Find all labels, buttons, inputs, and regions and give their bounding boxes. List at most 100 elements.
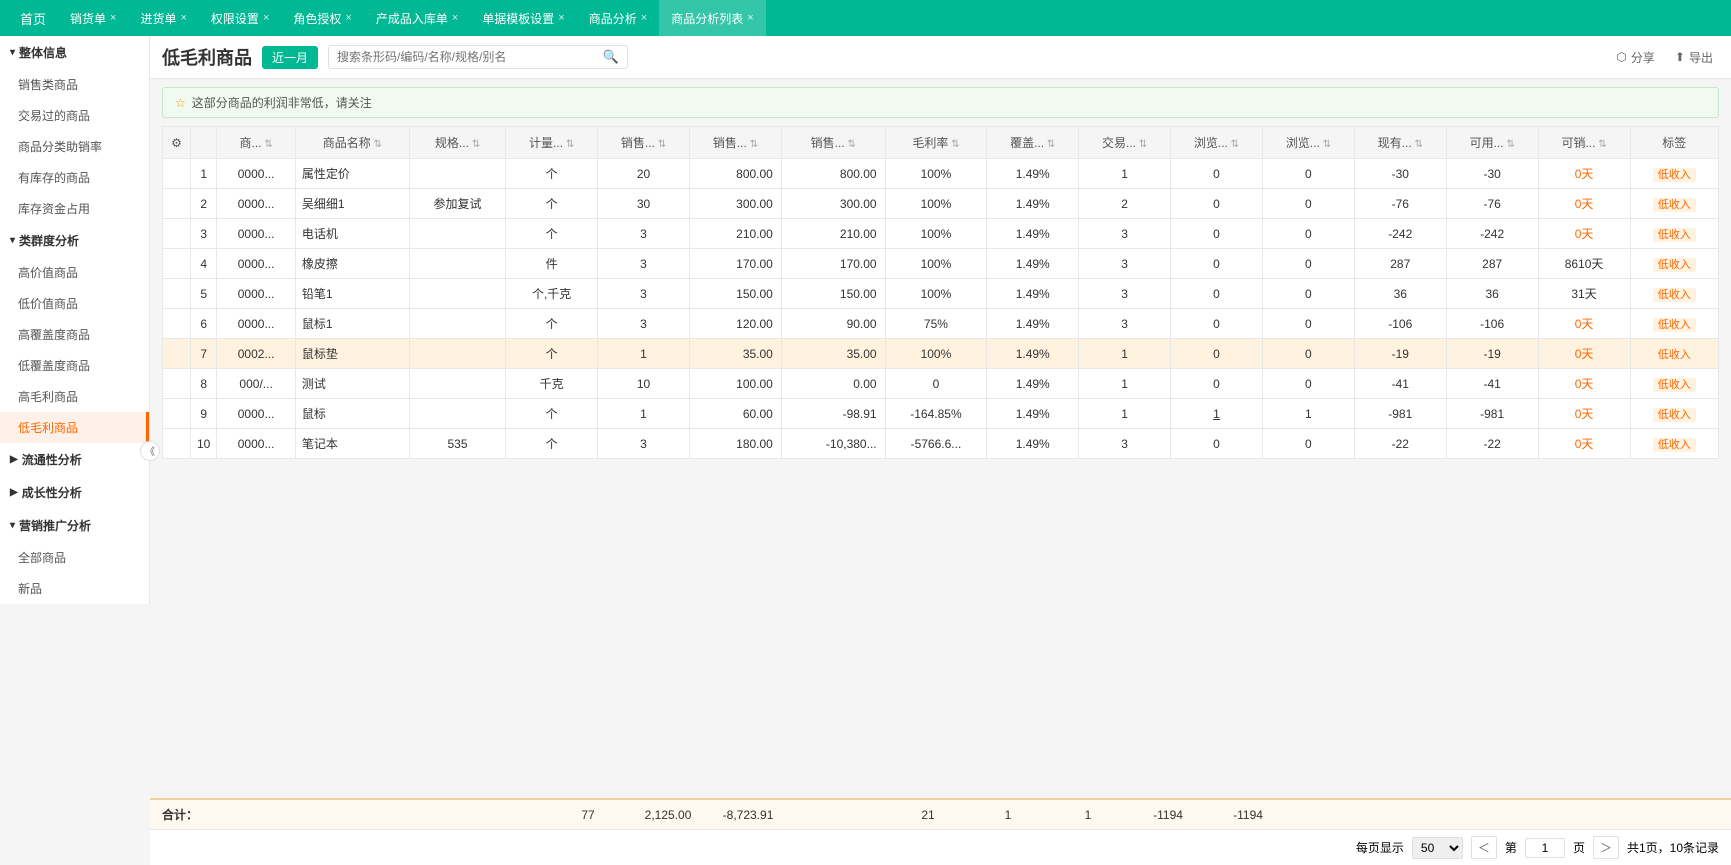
cell-settings-6: [163, 339, 191, 369]
time-filter-button[interactable]: 近一月: [262, 46, 318, 69]
cell-gross-margin-9: -5766.6...: [885, 429, 987, 459]
cell-sales-qty-9: 3: [598, 429, 690, 459]
col-spec[interactable]: 规格...: [409, 127, 505, 159]
nav-close-templates[interactable]: ×: [558, 12, 564, 24]
nav-close-sales[interactable]: ×: [110, 12, 116, 24]
footer-label: 合计：: [162, 806, 198, 823]
col-views1[interactable]: 浏览...: [1171, 127, 1263, 159]
nav-goods-list[interactable]: 商品分析列表 ×: [659, 0, 765, 36]
col-code[interactable]: 商...: [217, 127, 295, 159]
per-page-select[interactable]: 50 100 200: [1412, 837, 1463, 859]
cell-unit-4: 个,千克: [506, 279, 598, 309]
page-number-input[interactable]: [1525, 838, 1565, 858]
nav-roles[interactable]: 角色授权 ×: [281, 0, 363, 36]
sidebar-item-category-rate[interactable]: 商品分类助销率: [0, 131, 149, 162]
arrow-overview: ▾: [10, 47, 15, 58]
cell-views1-8[interactable]: 1: [1171, 399, 1263, 429]
cell-sales-profit-3: 170.00: [781, 249, 885, 279]
nav-close-goods-analysis[interactable]: ×: [641, 12, 647, 24]
col-unit[interactable]: 计量...: [506, 127, 598, 159]
col-available[interactable]: 可用...: [1446, 127, 1538, 159]
sidebar-group-liquidity[interactable]: ▶ 流通性分析: [0, 443, 149, 476]
cell-code-4: 0000...: [217, 279, 295, 309]
cell-code-0: 0000...: [217, 159, 295, 189]
sidebar-item-new-goods[interactable]: 新品: [0, 573, 149, 604]
sidebar-group-growth[interactable]: ▶ 成长性分析: [0, 476, 149, 509]
sidebar-item-low-value[interactable]: 低价值商品: [0, 288, 149, 319]
nav-goods-analysis[interactable]: 商品分析 ×: [577, 0, 659, 36]
sidebar-group-overview[interactable]: ▾ 整体信息: [0, 36, 149, 69]
col-views2[interactable]: 浏览...: [1262, 127, 1354, 159]
cell-sales-profit-0: 800.00: [781, 159, 885, 189]
col-sales-qty[interactable]: 销售...: [598, 127, 690, 159]
cell-code-7: 000/...: [217, 369, 295, 399]
table-row: 2 0000... 吴细细1 参加复试 个 30 300.00 300.00 1…: [163, 189, 1719, 219]
nav-close-roles[interactable]: ×: [345, 12, 351, 24]
sidebar-item-high-value[interactable]: 高价值商品: [0, 257, 149, 288]
share-button[interactable]: ⬡ 分享: [1610, 46, 1661, 69]
nav-close-purchase[interactable]: ×: [180, 12, 186, 24]
sidebar-item-all-goods[interactable]: 全部商品: [0, 542, 149, 573]
col-sales-profit[interactable]: 销售...: [781, 127, 885, 159]
col-coverage[interactable]: 覆盖...: [987, 127, 1079, 159]
col-saleable[interactable]: 可销...: [1538, 127, 1630, 159]
col-name[interactable]: 商品名称: [295, 127, 409, 159]
sidebar-item-low-coverage[interactable]: 低覆盖度商品: [0, 350, 149, 381]
cell-saleable-4: 31天: [1538, 279, 1630, 309]
sidebar-group-marketing[interactable]: ▾ 营销推广分析: [0, 509, 149, 542]
cell-current-stock-5: -106: [1354, 309, 1446, 339]
col-transactions[interactable]: 交易...: [1079, 127, 1171, 159]
cell-sales-profit-5: 90.00: [781, 309, 885, 339]
cell-unit-5: 个: [506, 309, 598, 339]
sidebar-collapse-button[interactable]: 《: [140, 441, 160, 461]
sidebar-item-stock-capital[interactable]: 库存资金占用: [0, 193, 149, 224]
col-sales-price[interactable]: 销售...: [689, 127, 781, 159]
sidebar-item-sales-goods[interactable]: 销售类商品: [0, 69, 149, 100]
col-gross-margin[interactable]: 毛利率: [885, 127, 987, 159]
nav-close-goods-list[interactable]: ×: [747, 12, 753, 24]
nav-purchase[interactable]: 进货单 ×: [128, 0, 198, 36]
search-icon[interactable]: 🔍: [603, 49, 619, 65]
cell-views2-3: 0: [1262, 249, 1354, 279]
cell-transactions-4: 3: [1079, 279, 1171, 309]
sidebar-item-stocked-goods[interactable]: 有库存的商品: [0, 162, 149, 193]
tag-badge-1: 低收入: [1653, 198, 1696, 212]
cell-gross-margin-1: 100%: [885, 189, 987, 219]
col-settings[interactable]: ⚙: [163, 127, 191, 159]
cell-unit-9: 个: [506, 429, 598, 459]
cell-spec-5: [409, 309, 505, 339]
cell-current-stock-4: 36: [1354, 279, 1446, 309]
page-title: 低毛利商品: [162, 44, 252, 70]
tag-badge-4: 低收入: [1653, 288, 1696, 302]
cell-unit-3: 件: [506, 249, 598, 279]
cell-name-8: 鼠标: [295, 399, 409, 429]
next-page-btn[interactable]: ＞: [1593, 836, 1619, 859]
prev-page-btn[interactable]: ＜: [1471, 836, 1497, 859]
export-button[interactable]: ⬆ 导出: [1669, 46, 1719, 69]
nav-close-products[interactable]: ×: [452, 12, 458, 24]
col-current-stock[interactable]: 现有...: [1354, 127, 1446, 159]
nav-home[interactable]: 首页: [8, 0, 58, 36]
cell-sales-qty-4: 3: [598, 279, 690, 309]
cell-tag-1: 低收入: [1630, 189, 1719, 219]
nav-sales[interactable]: 销货单 ×: [58, 0, 128, 36]
nav-templates[interactable]: 单据模板设置 ×: [470, 0, 576, 36]
nav-products[interactable]: 产成品入库单 ×: [364, 0, 470, 36]
sidebar-item-high-margin[interactable]: 高毛利商品: [0, 381, 149, 412]
sidebar-item-low-margin[interactable]: 低毛利商品: [0, 412, 149, 443]
search-input[interactable]: [337, 50, 603, 64]
cell-sales-qty-8: 1: [598, 399, 690, 429]
cell-saleable-1: 0天: [1538, 189, 1630, 219]
cell-no-8: 9: [191, 399, 217, 429]
sidebar-group-cluster[interactable]: ▾ 类群度分析: [0, 224, 149, 257]
cell-sales-qty-0: 20: [598, 159, 690, 189]
sidebar-item-high-coverage[interactable]: 高覆盖度商品: [0, 319, 149, 350]
nav-close-permissions[interactable]: ×: [263, 12, 269, 24]
table-row: 9 0000... 鼠标 个 1 60.00 -98.91 -164.85% 1…: [163, 399, 1719, 429]
cell-transactions-8: 1: [1079, 399, 1171, 429]
sidebar-item-traded-goods[interactable]: 交易过的商品: [0, 100, 149, 131]
arrow-cluster: ▾: [10, 235, 15, 246]
nav-permissions[interactable]: 权限设置 ×: [199, 0, 281, 36]
cell-sales-price-7: 100.00: [689, 369, 781, 399]
sidebar-wrapper: ▾ 整体信息 销售类商品 交易过的商品 商品分类助销率 有库存的商品 库存资金占…: [0, 36, 150, 865]
